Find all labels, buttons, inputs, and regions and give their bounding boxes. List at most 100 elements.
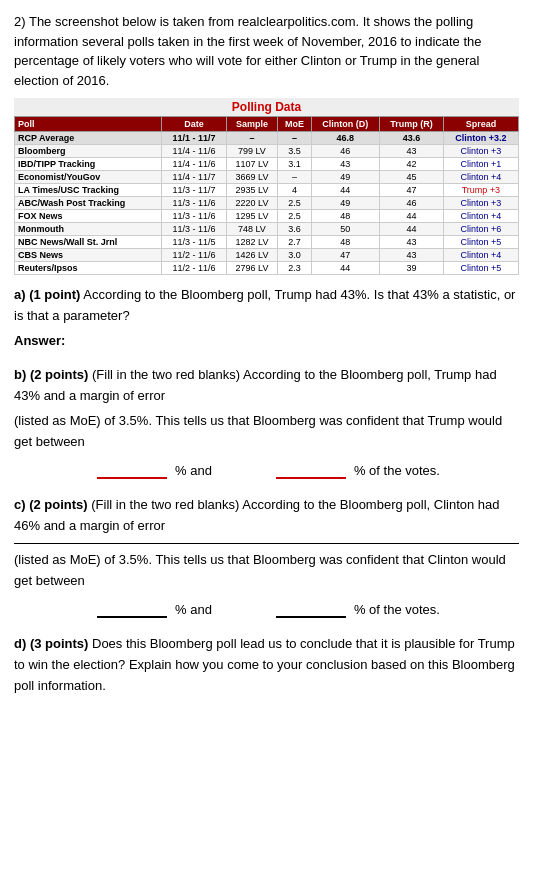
- cell-poll: LA Times/USC Tracking: [15, 184, 162, 197]
- q-a-answer-label: Answer:: [14, 331, 519, 352]
- cell-poll: Reuters/Ipsos: [15, 262, 162, 275]
- cell-clinton: 46: [311, 145, 379, 158]
- cell-trump: 43: [379, 249, 443, 262]
- cell-date: 11/4 - 11/6: [162, 158, 227, 171]
- cell-trump: 46: [379, 197, 443, 210]
- q-b-pct-and: % and: [175, 461, 212, 482]
- q-c-blank1[interactable]: [97, 602, 167, 618]
- cell-clinton: 44: [311, 184, 379, 197]
- table-row: Bloomberg 11/4 - 11/6 799 LV 3.5 46 43 C…: [15, 145, 519, 158]
- cell-poll: IBD/TIPP Tracking: [15, 158, 162, 171]
- cell-moe: 2.3: [278, 262, 312, 275]
- q-a-label: a) (1 point): [14, 287, 80, 302]
- q-b-blanks: % and % of the votes.: [14, 461, 519, 482]
- cell-clinton: 48: [311, 210, 379, 223]
- cell-spread: Clinton +3.2: [443, 132, 518, 145]
- table-row: FOX News 11/3 - 11/6 1295 LV 2.5 48 44 C…: [15, 210, 519, 223]
- q-b-blank1-unit: % and: [93, 461, 212, 482]
- cell-sample: 748 LV: [226, 223, 277, 236]
- table-row: ABC/Wash Post Tracking 11/3 - 11/6 2220 …: [15, 197, 519, 210]
- cell-spread: Clinton +1: [443, 158, 518, 171]
- q-a-text: According to the Bloomberg poll, Trump h…: [14, 287, 515, 323]
- question-c: c) (2 points) (Fill in the two red blank…: [14, 495, 519, 620]
- cell-spread: Clinton +4: [443, 249, 518, 262]
- cell-spread: Clinton +4: [443, 171, 518, 184]
- cell-trump: 47: [379, 184, 443, 197]
- cell-clinton: 44: [311, 262, 379, 275]
- cell-date: 11/3 - 11/7: [162, 184, 227, 197]
- cell-trump: 43: [379, 145, 443, 158]
- cell-date: 11/4 - 11/6: [162, 145, 227, 158]
- table-title: Polling Data: [14, 98, 519, 116]
- cell-poll: Bloomberg: [15, 145, 162, 158]
- cell-clinton: 43: [311, 158, 379, 171]
- cell-sample: 2796 LV: [226, 262, 277, 275]
- table-row: Reuters/Ipsos 11/2 - 11/6 2796 LV 2.3 44…: [15, 262, 519, 275]
- question-a: a) (1 point) According to the Bloomberg …: [14, 285, 519, 351]
- q-c-pct-votes: % of the votes.: [354, 600, 440, 621]
- question-d: d) (3 points) Does this Bloomberg poll l…: [14, 634, 519, 696]
- cell-spread: Clinton +5: [443, 236, 518, 249]
- cell-moe: 2.7: [278, 236, 312, 249]
- cell-sample: 1107 LV: [226, 158, 277, 171]
- cell-moe: 3.1: [278, 158, 312, 171]
- cell-trump: 43: [379, 236, 443, 249]
- table-row: Economist/YouGov 11/4 - 11/7 3669 LV – 4…: [15, 171, 519, 184]
- cell-spread: Clinton +5: [443, 262, 518, 275]
- q-c-underline1: [14, 543, 519, 544]
- q-c-text: (Fill in the two red blanks) According t…: [14, 497, 500, 533]
- table-row: IBD/TIPP Tracking 11/4 - 11/6 1107 LV 3.…: [15, 158, 519, 171]
- cell-clinton: 48: [311, 236, 379, 249]
- table-row: CBS News 11/2 - 11/6 1426 LV 3.0 47 43 C…: [15, 249, 519, 262]
- cell-clinton: 47: [311, 249, 379, 262]
- q-b-label: b) (2 points): [14, 367, 88, 382]
- cell-poll: CBS News: [15, 249, 162, 262]
- q-b-pct-votes: % of the votes.: [354, 461, 440, 482]
- q-b-blank1[interactable]: [97, 463, 167, 479]
- q-c-label: c) (2 points): [14, 497, 88, 512]
- cell-date: 11/1 - 11/7: [162, 132, 227, 145]
- cell-poll: ABC/Wash Post Tracking: [15, 197, 162, 210]
- cell-trump: 44: [379, 210, 443, 223]
- cell-sample: 799 LV: [226, 145, 277, 158]
- cell-date: 11/2 - 11/6: [162, 249, 227, 262]
- col-date: Date: [162, 117, 227, 132]
- cell-moe: 2.5: [278, 210, 312, 223]
- question-b: b) (2 points) (Fill in the two red blank…: [14, 365, 519, 481]
- cell-sample: 2935 LV: [226, 184, 277, 197]
- col-spread: Spread: [443, 117, 518, 132]
- col-trump: Trump (R): [379, 117, 443, 132]
- cell-moe: –: [278, 132, 312, 145]
- cell-trump: 45: [379, 171, 443, 184]
- cell-sample: 2220 LV: [226, 197, 277, 210]
- cell-poll: RCP Average: [15, 132, 162, 145]
- cell-date: 11/3 - 11/6: [162, 210, 227, 223]
- cell-trump: 42: [379, 158, 443, 171]
- q-d-text: Does this Bloomberg poll lead us to conc…: [14, 636, 515, 693]
- cell-clinton: 49: [311, 197, 379, 210]
- q-b-blank2[interactable]: [276, 463, 346, 479]
- cell-sample: 3669 LV: [226, 171, 277, 184]
- table-row: Monmouth 11/3 - 11/6 748 LV 3.6 50 44 Cl…: [15, 223, 519, 236]
- cell-moe: –: [278, 171, 312, 184]
- cell-clinton: 50: [311, 223, 379, 236]
- cell-trump: 39: [379, 262, 443, 275]
- cell-trump: 44: [379, 223, 443, 236]
- cell-date: 11/3 - 11/5: [162, 236, 227, 249]
- q-c-blank2[interactable]: [276, 602, 346, 618]
- q-c-blanks: % and % of the votes.: [14, 600, 519, 621]
- table-row: NBC News/Wall St. Jrnl 11/3 - 11/5 1282 …: [15, 236, 519, 249]
- cell-sample: 1282 LV: [226, 236, 277, 249]
- col-moe: MoE: [278, 117, 312, 132]
- col-poll: Poll: [15, 117, 162, 132]
- intro-text: 2) The screenshot below is taken from re…: [14, 12, 519, 90]
- cell-spread: Clinton +6: [443, 223, 518, 236]
- cell-poll: NBC News/Wall St. Jrnl: [15, 236, 162, 249]
- q-c-blank2-unit: % of the votes.: [272, 600, 440, 621]
- table-row: LA Times/USC Tracking 11/3 - 11/7 2935 L…: [15, 184, 519, 197]
- cell-date: 11/4 - 11/7: [162, 171, 227, 184]
- cell-clinton: 46.8: [311, 132, 379, 145]
- table-row-rcp: RCP Average 11/1 - 11/7 – – 46.8 43.6 Cl…: [15, 132, 519, 145]
- cell-clinton: 49: [311, 171, 379, 184]
- cell-date: 11/2 - 11/6: [162, 262, 227, 275]
